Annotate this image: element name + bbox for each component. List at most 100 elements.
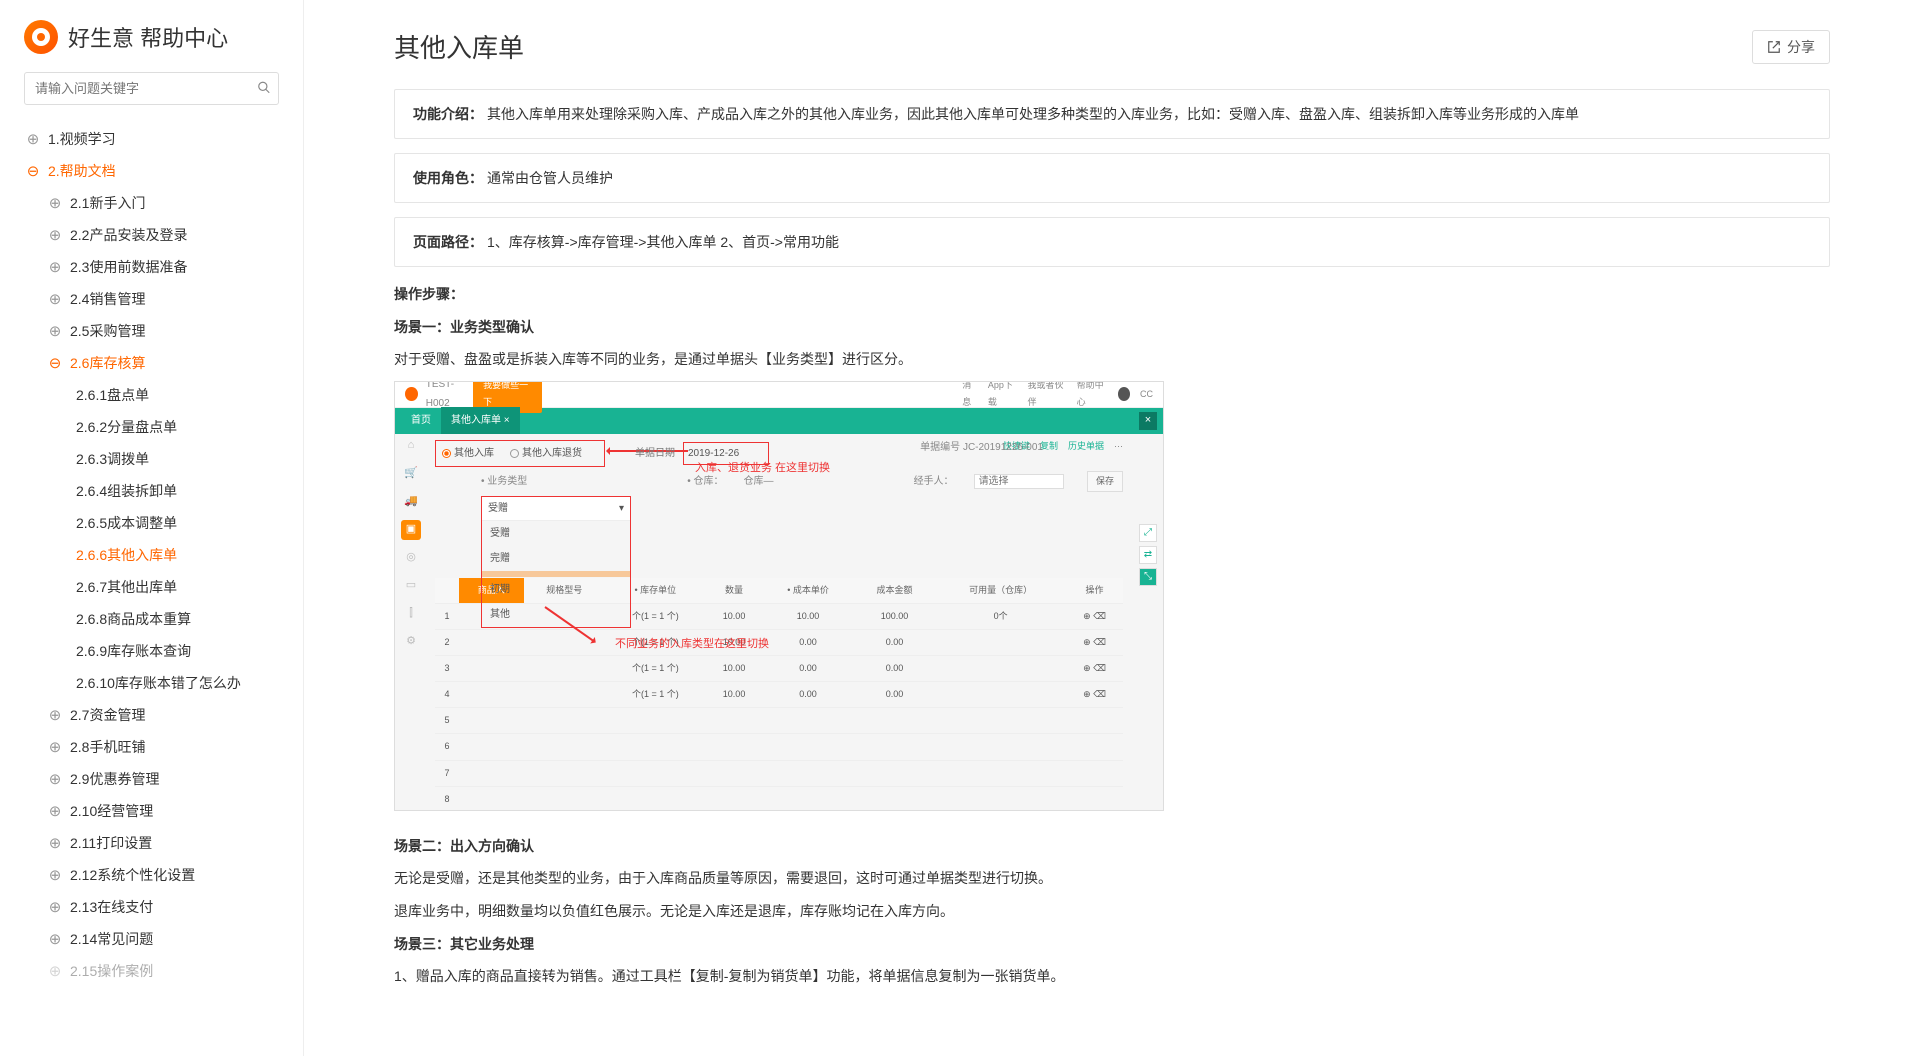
chart-icon: ⫿: [401, 604, 421, 624]
nav-item-2-15[interactable]: 2.15操作案例: [24, 955, 279, 987]
nav-item-2-4[interactable]: 2.4销售管理: [24, 283, 279, 315]
ss-code-label: 单据编号: [920, 442, 960, 453]
content-body: 操作步骤： 场景一：业务类型确认 对于受赠、盘盈或是拆装入库等不同的业务，是通过…: [394, 281, 1830, 990]
plus-icon: [46, 706, 64, 724]
scene2-p1: 无论是受赠，还是其他类型的业务，由于入库商品质量等原因，需要退回，这时可通过单据…: [394, 865, 1830, 892]
nav-item-2-2[interactable]: 2.2产品安装及登录: [24, 219, 279, 251]
shop-icon: ▭: [401, 576, 421, 596]
plus-icon: [46, 930, 64, 948]
nav-sub-2-6-5[interactable]: 2.6.5成本调整单: [24, 507, 279, 539]
share-icon: [1767, 40, 1781, 54]
table-row: 6: [435, 734, 1123, 760]
nav-sub-2-6-9[interactable]: 2.6.9库存账本查询: [24, 635, 279, 667]
nav-item-2-14[interactable]: 2.14常见问题: [24, 923, 279, 955]
sidebar: 好生意 帮助中心 1.视频学习 2.帮助文档 2.1新手入门 2.2产品安装及登…: [0, 0, 304, 1056]
ss-option: 受赠: [482, 521, 630, 546]
nav-item-2-10[interactable]: 2.10经营管理: [24, 795, 279, 827]
embedded-screenshot: TEST-H002 我要做些一下 消息 App下载 我或者伙伴 帮助中心 CC …: [394, 381, 1164, 811]
ss-close-icon: ×: [1139, 412, 1157, 430]
nav-item-2-5[interactable]: 2.5采购管理: [24, 315, 279, 347]
page-title: 其他入库单: [394, 28, 524, 65]
ss-op-label: 经手人：: [914, 472, 954, 491]
search-input[interactable]: [24, 72, 279, 105]
cart-icon: 🛒: [401, 464, 421, 484]
table-row: 3个(1 = 1 个)10.000.000.00⊕ ⌫: [435, 656, 1123, 682]
path-label: 页面路径：: [413, 234, 483, 250]
more-icon: ⋯: [1114, 438, 1123, 455]
nav-item-2-6[interactable]: 2.6库存核算: [24, 347, 279, 379]
nav-item-2-7[interactable]: 2.7资金管理: [24, 699, 279, 731]
ss-top-help: 帮助中心: [1077, 381, 1108, 412]
box-icon: ▣: [401, 520, 421, 540]
table-row: 8: [435, 786, 1123, 811]
nav-item-2-13[interactable]: 2.13在线支付: [24, 891, 279, 923]
nav-top-docs[interactable]: 2.帮助文档: [24, 155, 279, 187]
plus-icon: [46, 962, 64, 980]
gear-icon: ⚙: [401, 632, 421, 652]
intro-text: 其他入库单用来处理除采购入库、产成品入库之外的其他入库业务，因此其他入库单可处理…: [487, 106, 1579, 122]
nav-top-video[interactable]: 1.视频学习: [24, 123, 279, 155]
nav-sub-2-6-7[interactable]: 2.6.7其他出库单: [24, 571, 279, 603]
intro-label: 功能介绍：: [413, 106, 483, 122]
nav-item-2-8[interactable]: 2.8手机旺铺: [24, 731, 279, 763]
nav-item-2-9[interactable]: 2.9优惠券管理: [24, 763, 279, 795]
share-button[interactable]: 分享: [1752, 30, 1830, 64]
ss-op-input: [974, 474, 1064, 489]
plus-icon: [46, 866, 64, 884]
ss-tabbar: 首页 其他入库单 × ×: [395, 408, 1163, 434]
plus-icon: [46, 738, 64, 756]
role-box: 使用角色：通常由仓管人员维护: [394, 153, 1830, 203]
plus-icon: [46, 226, 64, 244]
role-text: 通常由仓管人员维护: [487, 170, 613, 186]
brand-row: 好生意 帮助中心: [24, 20, 279, 54]
ss-radio-in: 其他入库: [442, 444, 494, 463]
zoom-icon: ⤢: [1139, 524, 1157, 542]
ss-side-icons: ⌂ 🛒 🚚 ▣ ◎ ▭ ⫿ ⚙: [401, 434, 421, 652]
search-icon[interactable]: [257, 80, 271, 97]
nav-item-2-11[interactable]: 2.11打印设置: [24, 827, 279, 859]
scene3-title: 场景三：其它业务处理: [394, 931, 1830, 958]
home-icon: ⌂: [401, 436, 421, 456]
ss-code-value: JC-20191226-001: [963, 442, 1043, 453]
ss-body: ⌂ 🛒 🚚 ▣ ◎ ▭ ⫿ ⚙ ⤢ ⇄ ⤡: [395, 434, 1163, 811]
nav-sub-2-6-4[interactable]: 2.6.4组装拆卸单: [24, 475, 279, 507]
nav-item-2-3[interactable]: 2.3使用前数据准备: [24, 251, 279, 283]
intro-box: 功能介绍：其他入库单用来处理除采购入库、产成品入库之外的其他入库业务，因此其他入…: [394, 89, 1830, 139]
ss-biz-type-dropdown: 受赠▾ 受赠 完赠 初期 其他: [481, 496, 631, 628]
brand-title: 好生意 帮助中心: [68, 21, 228, 53]
nav-item-2-1[interactable]: 2.1新手入门: [24, 187, 279, 219]
path-box: 页面路径：1、库存核算->库存管理->其他入库单 2、首页->常用功能: [394, 217, 1830, 267]
link-icon: ⇄: [1139, 546, 1157, 564]
ss-mini-save: 保存: [1087, 471, 1123, 492]
scene1-text: 对于受赠、盘盈或是拆装入库等不同的业务，是通过单据头【业务类型】进行区分。: [394, 346, 1830, 373]
ss-top-buy: 我或者伙伴: [1027, 381, 1066, 412]
truck-icon: 🚚: [401, 492, 421, 512]
nav-sub-2-6-2[interactable]: 2.6.2分量盘点单: [24, 411, 279, 443]
ss-type-radio-group: 其他入库 其他入库退货: [435, 440, 605, 467]
plus-icon: [46, 770, 64, 788]
plus-icon: [46, 802, 64, 820]
plus-icon: [46, 290, 64, 308]
nav-sub-2-6-3[interactable]: 2.6.3调拨单: [24, 443, 279, 475]
ss-option: 初期: [482, 577, 630, 602]
scene2-p2: 退库业务中，明细数量均以负值红色展示。无论是入库还是退库，库存账均记在入库方向。: [394, 898, 1830, 925]
ss-top-right: 消息 App下载 我或者伙伴 帮助中心 CC: [962, 381, 1153, 412]
nav-sub-2-6-10[interactable]: 2.6.10库存账本错了怎么办: [24, 667, 279, 699]
steps-label: 操作步骤：: [394, 281, 1830, 308]
nav-item-2-12[interactable]: 2.12系统个性化设置: [24, 859, 279, 891]
plus-icon: [46, 194, 64, 212]
ss-top-app: App下载: [988, 381, 1018, 412]
nav-sub-2-6-8[interactable]: 2.6.8商品成本重算: [24, 603, 279, 635]
ss-avatar-icon: [1118, 387, 1130, 401]
ss-topbar: TEST-H002 我要做些一下 消息 App下载 我或者伙伴 帮助中心 CC: [395, 382, 1163, 408]
nav-sub-2-6-1[interactable]: 2.6.1盘点单: [24, 379, 279, 411]
plus-icon: [46, 898, 64, 916]
chevron-down-icon: ▾: [619, 499, 624, 518]
brand-logo-icon: [24, 20, 58, 54]
nav-sub-2-6-6[interactable]: 2.6.6其他入库单: [24, 539, 279, 571]
ss-tab-current: 其他入库单 ×: [441, 407, 520, 434]
plus-icon: [46, 258, 64, 276]
scene1-title: 场景一：业务类型确认: [394, 314, 1830, 341]
search-wrap: [24, 72, 279, 105]
ss-date-label: 单据日期: [635, 444, 675, 463]
